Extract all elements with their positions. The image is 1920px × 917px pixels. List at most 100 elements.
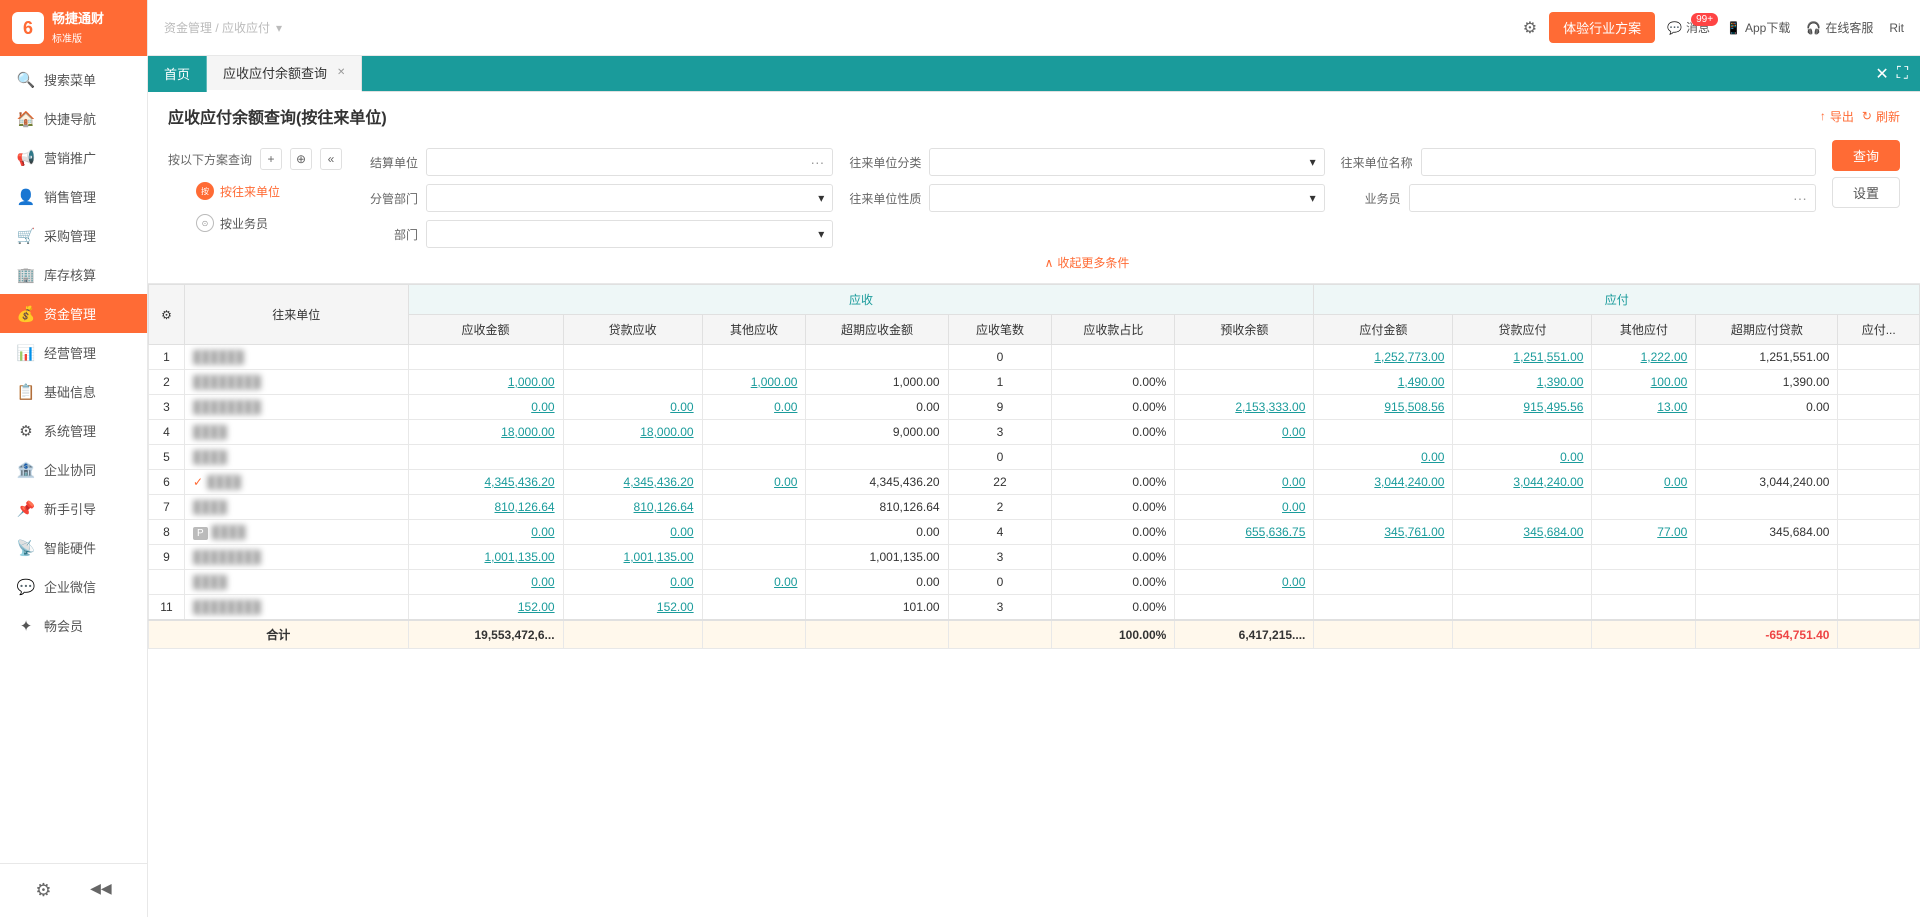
- row-3-receivable-amount: 0.00: [408, 395, 563, 420]
- division-select[interactable]: ▾: [426, 220, 833, 248]
- purchase-icon: 🛒: [16, 227, 36, 245]
- row-11-overdue-payable: [1696, 595, 1838, 621]
- row-9-receivable-amount: 1,001,135.00: [408, 545, 563, 570]
- tab-home[interactable]: 首页: [148, 56, 207, 92]
- salesman-input[interactable]: ···: [1409, 184, 1816, 212]
- sidebar-settings-icon[interactable]: ⚙: [35, 880, 51, 901]
- sidebar-item-sales[interactable]: 👤 销售管理: [0, 177, 147, 216]
- sidebar-label-quicknav: 快捷导航: [44, 109, 96, 128]
- sidebar-item-base[interactable]: 📋 基础信息: [0, 372, 147, 411]
- row-1-other-receivable: [702, 345, 806, 370]
- sidebar-item-inventory[interactable]: 🏢 库存核算: [0, 255, 147, 294]
- row-num-6: 6: [149, 470, 185, 495]
- row-2-receivable-amount: 1,000.00: [408, 370, 563, 395]
- settlement-ellipsis[interactable]: ···: [810, 154, 824, 170]
- arrow-filter-button[interactable]: «: [320, 148, 342, 170]
- row-7-ratio: 0.00%: [1052, 495, 1175, 520]
- table-row: 3 ████████ 0.00 0.00 0.00 0.00 9 0.00% 2…: [149, 395, 1920, 420]
- row-2-count: 1: [948, 370, 1052, 395]
- sidebar-item-weixin[interactable]: 💬 企业微信: [0, 567, 147, 606]
- row-10-payable-amount: [1314, 570, 1453, 595]
- row-1-more: [1838, 345, 1920, 370]
- salesman-ellipsis[interactable]: ···: [1793, 190, 1807, 206]
- th-overdue-payable: 超期应付贷款: [1696, 315, 1838, 345]
- row-2-payable-amount: 1,490.00: [1314, 370, 1453, 395]
- user-avatar[interactable]: Rit: [1889, 21, 1904, 35]
- row-5-ratio: [1052, 445, 1175, 470]
- filter-group-partner[interactable]: 按 按往来单位: [188, 178, 342, 204]
- tab-query[interactable]: 应收应付余额查询 ✕: [207, 56, 362, 92]
- row-num-1: 1: [149, 345, 185, 370]
- query-button[interactable]: 查询: [1832, 140, 1900, 171]
- promo-button[interactable]: 体验行业方案: [1549, 12, 1655, 43]
- salesman-label: 业务员: [1341, 190, 1401, 207]
- partner-category-select[interactable]: ▾: [929, 148, 1324, 176]
- tab-home-label: 首页: [164, 64, 190, 83]
- message-icon: 💬: [1667, 21, 1682, 35]
- base-icon: 📋: [16, 383, 36, 401]
- collapse-button[interactable]: ∧ 收起更多条件: [358, 254, 1816, 271]
- row-6-partner: ✓████: [185, 470, 409, 495]
- gear-icon[interactable]: ⚙: [1523, 18, 1537, 38]
- row-11-other-payable: [1592, 595, 1696, 621]
- row-11-receivable-amount: 152.00: [408, 595, 563, 621]
- refresh-label: 刷新: [1876, 108, 1900, 125]
- sidebar-item-hardware[interactable]: 📡 智能硬件: [0, 528, 147, 567]
- division-arrow: ▾: [818, 227, 824, 241]
- partner-nature-select[interactable]: ▾: [929, 184, 1324, 212]
- app-download-button[interactable]: 📱 App下载: [1726, 19, 1790, 36]
- row-9-payable-amount: [1314, 545, 1453, 570]
- row-3-other-receivable: 0.00: [702, 395, 806, 420]
- sidebar-item-quicknav[interactable]: 🏠 快捷导航: [0, 99, 147, 138]
- sidebar-item-search[interactable]: 🔍 搜索菜单: [0, 60, 147, 99]
- row-8-loan-payable: 345,684.00: [1453, 520, 1592, 545]
- row-num-3: 3: [149, 395, 185, 420]
- close-window-icon[interactable]: ✕: [1875, 64, 1888, 84]
- page-header-actions: ↑ 导出 ↻ 刷新: [1820, 108, 1900, 137]
- sidebar-item-member[interactable]: ✦ 畅会员: [0, 606, 147, 645]
- export-label: 导出: [1830, 108, 1854, 125]
- settings-button[interactable]: 设置: [1832, 177, 1900, 208]
- th-settings[interactable]: ⚙: [149, 285, 185, 345]
- sidebar-label-guide: 新手引导: [44, 499, 96, 518]
- row-1-payable-amount: 1,252,773.00: [1314, 345, 1453, 370]
- online-service-button[interactable]: 🎧 在线客服: [1806, 19, 1873, 36]
- sidebar-item-corp[interactable]: 🏦 企业协同: [0, 450, 147, 489]
- settlement-input[interactable]: ···: [426, 148, 833, 176]
- set-filter-button[interactable]: ⊕: [290, 148, 312, 170]
- export-button[interactable]: ↑ 导出: [1820, 108, 1854, 125]
- sidebar-label-weixin: 企业微信: [44, 577, 96, 596]
- operations-icon: 📊: [16, 344, 36, 362]
- sidebar-item-marketing[interactable]: 📢 营销推广: [0, 138, 147, 177]
- sidebar-item-guide[interactable]: 📌 新手引导: [0, 489, 147, 528]
- add-filter-button[interactable]: +: [260, 148, 282, 170]
- maximize-icon[interactable]: ⛶: [1897, 65, 1908, 83]
- table-footer: 合计 19,553,472,6... 100.00% 6,417,215....: [149, 620, 1920, 649]
- footer-loan-receivable: [563, 620, 702, 649]
- row-10-overdue-payable: [1696, 570, 1838, 595]
- message-badge: 99+: [1691, 13, 1718, 26]
- sidebar-item-purchase[interactable]: 🛒 采购管理: [0, 216, 147, 255]
- row-6-count: 22: [948, 470, 1052, 495]
- partner-name-input[interactable]: [1421, 148, 1816, 176]
- sidebar-item-system[interactable]: ⚙ 系统管理: [0, 411, 147, 450]
- message-button[interactable]: 💬 消息 99+: [1667, 19, 1710, 36]
- sidebar-label-system: 系统管理: [44, 421, 96, 440]
- dept-select[interactable]: ▾: [426, 184, 833, 212]
- sidebar-collapse-icon[interactable]: ◀◀: [90, 880, 112, 901]
- row-1-loan-payable: 1,251,551.00: [1453, 345, 1592, 370]
- table-row: 6 ✓████ 4,345,436.20 4,345,436.20 0.00 4…: [149, 470, 1920, 495]
- sidebar-item-capital[interactable]: 💰 资金管理: [0, 294, 147, 333]
- row-10-loan-receivable: 0.00: [563, 570, 702, 595]
- tab-close-icon[interactable]: ✕: [337, 67, 345, 78]
- filter-group-salesman[interactable]: ⊙ 按业务员: [188, 210, 342, 236]
- row-2-other-receivable: 1,000.00: [702, 370, 806, 395]
- row-4-prepay: 0.00: [1175, 420, 1314, 445]
- sidebar-nav: 🔍 搜索菜单 🏠 快捷导航 📢 营销推广 👤 销售管理 🛒 采购管理 🏢: [0, 56, 147, 863]
- row-4-more: [1838, 420, 1920, 445]
- inventory-icon: 🏢: [16, 266, 36, 284]
- refresh-button[interactable]: ↻ 刷新: [1862, 108, 1900, 125]
- sidebar-item-operations[interactable]: 📊 经营管理: [0, 333, 147, 372]
- row-3-overdue-receivable: 0.00: [806, 395, 948, 420]
- user-name: Rit: [1889, 21, 1904, 35]
